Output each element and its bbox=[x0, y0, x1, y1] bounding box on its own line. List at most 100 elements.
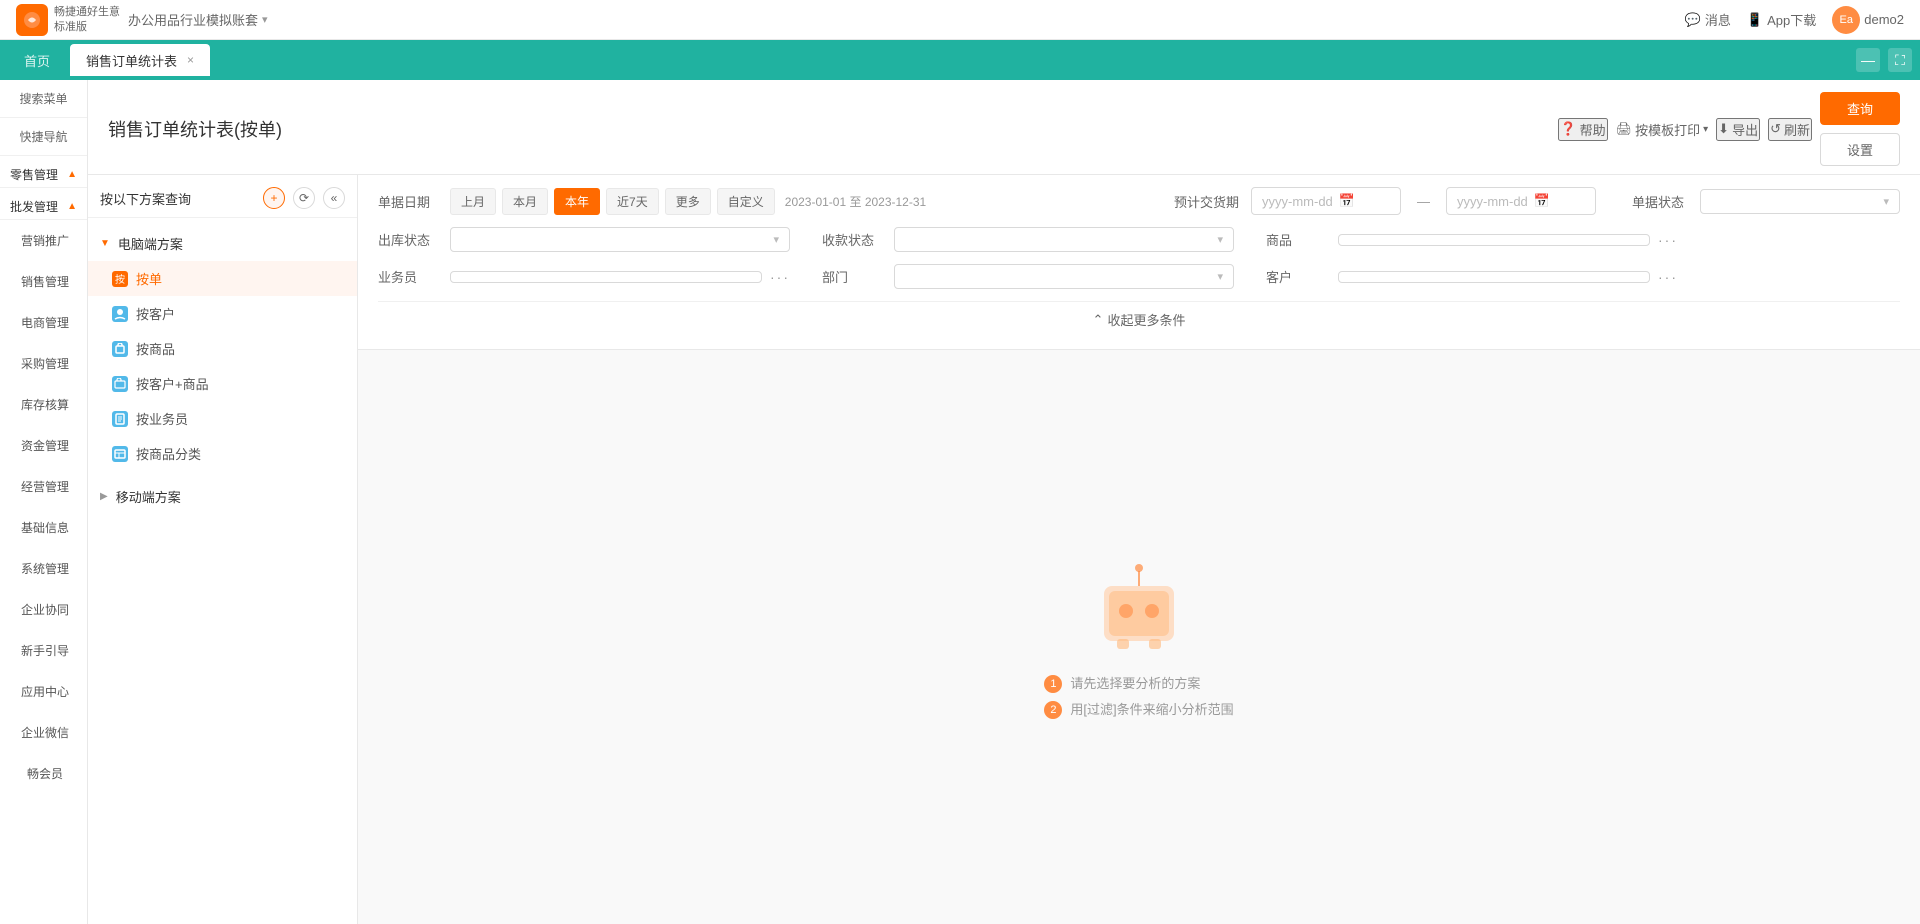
sidebar-item-collaboration[interactable]: 企业协同 bbox=[0, 589, 87, 630]
main-layout: 搜索菜单 快捷导航 零售管理 ▲ 批发管理 ▲ 营销推广 销售管理 电商管理 采 bbox=[0, 80, 1920, 924]
sidebar-item-purchase[interactable]: 采购管理 bbox=[0, 343, 87, 384]
tab-maximize-button[interactable]: ⛶ bbox=[1888, 48, 1912, 72]
tab-home[interactable]: 首页 bbox=[8, 44, 66, 76]
logo-area: 畅捷通好生意 标准版 bbox=[16, 4, 120, 36]
help-button[interactable]: ❓ 帮助 bbox=[1558, 118, 1607, 141]
dept-select[interactable]: ▾ bbox=[894, 264, 1234, 289]
header-actions: ❓ 帮助 🖨 按模板打印 ▾ ⬇ 导出 ↺ 刷新 查询 bbox=[1558, 92, 1900, 166]
sidebar-item-system[interactable]: 系统管理 bbox=[0, 548, 87, 589]
collapse-panel-button[interactable]: « bbox=[323, 187, 345, 209]
date-btn-this-year[interactable]: 本年 bbox=[554, 188, 600, 215]
date-btn-last-month[interactable]: 上月 bbox=[450, 188, 496, 215]
sidebar-item-inventory[interactable]: 库存核算 bbox=[0, 384, 87, 425]
scheme-item-by-customer-goods[interactable]: 按客户+商品 bbox=[88, 366, 357, 401]
scheme-item-by-customer[interactable]: 按客户 bbox=[88, 296, 357, 331]
date-btn-custom[interactable]: 自定义 bbox=[717, 188, 775, 215]
tab-label: 销售订单统计表 bbox=[86, 51, 177, 70]
customer-input[interactable] bbox=[1338, 271, 1650, 283]
bill-status-label: 单据状态 bbox=[1632, 192, 1688, 211]
scheme-item-by-order[interactable]: 按 按单 bbox=[88, 261, 357, 296]
sidebar-item-basic-info[interactable]: 基础信息 bbox=[0, 507, 87, 548]
scheme-parent-desktop[interactable]: ▼ 电脑端方案 bbox=[88, 226, 357, 261]
left-panel: 按以下方案查询 + ⟳ « ▼ 电脑端方案 按 按单 bbox=[88, 175, 358, 924]
page-title: 销售订单统计表(按单) bbox=[108, 116, 282, 142]
sidebar-item-appstore[interactable]: 应用中心 bbox=[0, 671, 87, 712]
add-scheme-button[interactable]: + bbox=[263, 187, 285, 209]
template-chevron-icon: ▾ bbox=[1703, 124, 1708, 135]
sidebar-search[interactable]: 搜索菜单 bbox=[0, 80, 87, 118]
scheme-parent-mobile[interactable]: ▶ 移动端方案 bbox=[88, 479, 357, 514]
topbar: 畅捷通好生意 标准版 办公用品行业模拟账套 ▾ 💬 消息 📱 App下载 Ea … bbox=[0, 0, 1920, 40]
export-icon: ⬇ bbox=[1718, 121, 1729, 137]
sidebar-item-operations[interactable]: 经营管理 bbox=[0, 466, 87, 507]
sidebar-item-retail[interactable]: 零售管理 ▲ bbox=[0, 156, 87, 188]
collect-status-select[interactable]: ▾ bbox=[894, 227, 1234, 252]
expected-date-end-input[interactable]: yyyy-mm-dd 📅 bbox=[1446, 187, 1596, 215]
sidebar-quick-nav[interactable]: 快捷导航 bbox=[0, 118, 87, 156]
goods-input[interactable] bbox=[1338, 234, 1650, 246]
home-tab-label: 首页 bbox=[24, 51, 50, 70]
date-range-text: 2023-01-01 至 2023-12-31 bbox=[785, 193, 926, 210]
date-separator: — bbox=[1413, 194, 1434, 209]
left-panel-title: 按以下方案查询 bbox=[100, 189, 263, 208]
left-panel-actions: + ⟳ « bbox=[263, 187, 345, 209]
sidebar-item-membership[interactable]: 畅会员 bbox=[0, 753, 87, 794]
date-btn-7days[interactable]: 近7天 bbox=[606, 188, 659, 215]
logo-icon bbox=[16, 4, 48, 36]
sidebar-item-wholesale[interactable]: 批发管理 ▲ bbox=[0, 188, 87, 220]
customer-more-icon[interactable]: ··· bbox=[1658, 269, 1678, 285]
right-content: 单据日期 上月 本月 本年 近7天 更多 自定义 2023-01-01 至 20… bbox=[358, 175, 1920, 924]
left-panel-header: 按以下方案查询 + ⟳ « bbox=[88, 187, 357, 218]
calendar-start-icon: 📅 bbox=[1339, 193, 1355, 209]
scheme-item-by-category[interactable]: 按商品分类 bbox=[88, 436, 357, 471]
sidebar-item-wechat[interactable]: 企业微信 bbox=[0, 712, 87, 753]
scheme-item-by-salesman[interactable]: 按业务员 bbox=[88, 401, 357, 436]
mobile-label: 移动端方案 bbox=[116, 487, 181, 506]
ship-chevron-icon: ▾ bbox=[773, 233, 779, 246]
sidebar-item-finance[interactable]: 资金管理 bbox=[0, 425, 87, 466]
refresh-scheme-button[interactable]: ⟳ bbox=[293, 187, 315, 209]
template-print-button[interactable]: 🖨 按模板打印 ▾ bbox=[1616, 120, 1709, 139]
app-download-button[interactable]: 📱 App下载 bbox=[1747, 10, 1816, 29]
salesman-input[interactable] bbox=[450, 271, 762, 283]
expected-date-label: 预计交货期 bbox=[1174, 192, 1239, 211]
date-button-group: 上月 本月 本年 近7天 更多 自定义 2023-01-01 至 2023-12… bbox=[450, 188, 926, 215]
ship-status-select[interactable]: ▾ bbox=[450, 227, 790, 252]
date-placeholder-end: yyyy-mm-dd bbox=[1457, 194, 1528, 209]
tab-close-icon[interactable]: × bbox=[187, 53, 194, 67]
salesman-more-icon[interactable]: ··· bbox=[770, 269, 790, 285]
query-button[interactable]: 查询 bbox=[1820, 92, 1900, 125]
date-btn-more[interactable]: 更多 bbox=[665, 188, 711, 215]
bill-status-select[interactable]: ▾ bbox=[1700, 189, 1900, 214]
avatar: Ea bbox=[1832, 6, 1860, 34]
empty-step-2: 2 用[过滤]条件来缩小分析范围 bbox=[1044, 697, 1233, 723]
goods-label: 商品 bbox=[1266, 230, 1322, 249]
sidebar-item-marketing[interactable]: 营销推广 bbox=[0, 220, 87, 261]
expected-date-start-input[interactable]: yyyy-mm-dd 📅 bbox=[1251, 187, 1401, 215]
breadcrumb[interactable]: 办公用品行业模拟账套 ▾ bbox=[128, 10, 268, 29]
date-btn-this-month[interactable]: 本月 bbox=[502, 188, 548, 215]
export-button[interactable]: ⬇ 导出 bbox=[1716, 118, 1760, 141]
message-button[interactable]: 💬 消息 bbox=[1685, 10, 1731, 29]
sidebar-item-sales[interactable]: 销售管理 bbox=[0, 261, 87, 302]
settings-button[interactable]: 设置 bbox=[1820, 133, 1900, 166]
help-icon: ❓ bbox=[1560, 121, 1576, 137]
breadcrumb-chevron-icon[interactable]: ▾ bbox=[262, 13, 268, 26]
scheme-item-by-goods[interactable]: 按商品 bbox=[88, 331, 357, 366]
collapse-filter-button[interactable]: ⌃ 收起更多条件 bbox=[378, 301, 1900, 337]
goods-more-icon[interactable]: ··· bbox=[1658, 232, 1678, 248]
topbar-right: 💬 消息 📱 App下载 Ea demo2 bbox=[1685, 6, 1904, 34]
empty-step-1: 1 请先选择要分析的方案 bbox=[1044, 671, 1233, 697]
tab-sales-statistics[interactable]: 销售订单统计表 × bbox=[70, 44, 210, 76]
tab-actions: — ⛶ bbox=[1856, 48, 1912, 72]
filter-row-2: 出库状态 ▾ 收款状态 ▾ 商品 ··· bbox=[378, 227, 1900, 252]
sidebar-item-onboarding[interactable]: 新手引导 bbox=[0, 630, 87, 671]
phone-icon: 📱 bbox=[1747, 12, 1763, 28]
refresh-button[interactable]: ↺ 刷新 bbox=[1768, 118, 1812, 141]
query-btn-group: 查询 设置 bbox=[1820, 92, 1900, 166]
tab-minimize-button[interactable]: — bbox=[1856, 48, 1880, 72]
wholesale-arrow-icon: ▲ bbox=[67, 201, 77, 212]
sidebar-item-ecommerce[interactable]: 电商管理 bbox=[0, 302, 87, 343]
user-menu[interactable]: Ea demo2 bbox=[1832, 6, 1904, 34]
scheme-icon-by-cg bbox=[112, 376, 128, 392]
